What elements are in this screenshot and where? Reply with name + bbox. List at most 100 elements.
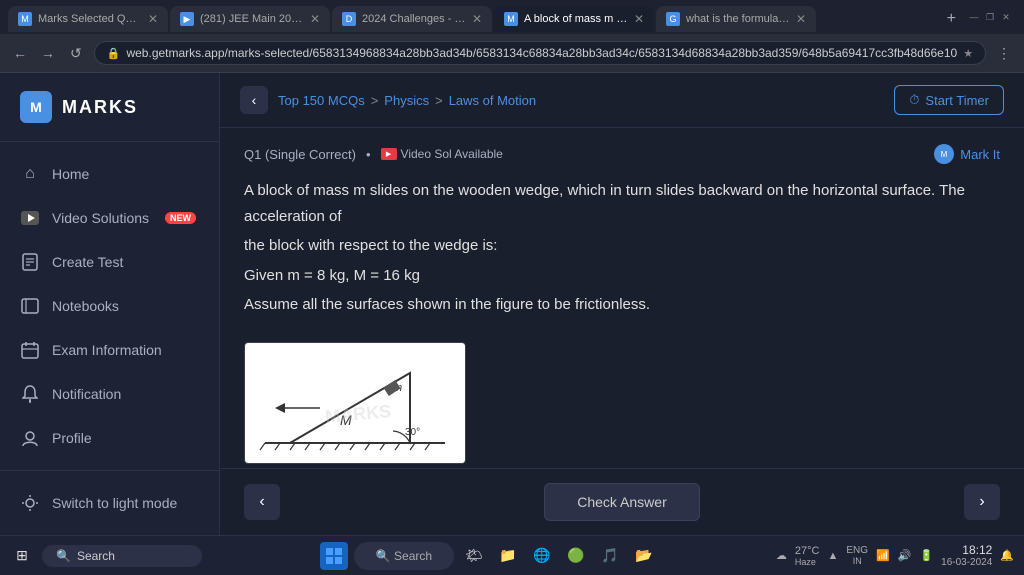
weather-info: 27°C Haze (795, 545, 820, 567)
tab-favicon-1: M (18, 12, 32, 26)
question-line2: the block with respect to the wedge is: (244, 233, 1000, 259)
tab-close-2[interactable]: ✕ (310, 12, 320, 26)
taskbar-search[interactable]: 🔍 Search (42, 545, 202, 567)
volume-icon: 🔊 (898, 549, 912, 562)
lang-indicator: ENG IN (846, 545, 868, 566)
back-button[interactable]: ← (10, 40, 30, 66)
taskbar-app-chrome[interactable]: 🟢 (562, 542, 590, 570)
sidebar-item-exam-info[interactable]: Exam Information (0, 328, 219, 372)
tab-close-1[interactable]: ✕ (148, 12, 158, 26)
browser-tab-5[interactable]: Gwhat is the formula for ene✕ (656, 6, 816, 32)
tabs-container: MMarks Selected Questions -✕▶(281) JEE M… (8, 6, 939, 32)
create-test-icon (20, 252, 40, 272)
window-controls: — ❐ ✕ (964, 11, 1016, 27)
sidebar-item-create-test[interactable]: Create Test (0, 240, 219, 284)
timer-icon: ⏱ (909, 92, 919, 108)
taskbar: ⊞ 🔍 Search 🔍 Search 🌤 📁 🌐 🟢 🎵 📂 ☁ 27°C H… (0, 535, 1024, 575)
sidebar-item-create-test-label: Create Test (52, 254, 123, 270)
browser-tab-2[interactable]: ▶(281) JEE Main 2024 - Top 2(✕ (170, 6, 330, 32)
app-layout: M MARKS ⌂ Home Video Solutions NEW Creat… (0, 73, 1024, 535)
minimize-button[interactable]: — (968, 11, 980, 23)
sidebar-item-video-solutions[interactable]: Video Solutions NEW (0, 196, 219, 240)
video-sol-badge: ▶ Video Sol Available (381, 147, 503, 161)
meta-separator: • (366, 147, 371, 162)
start-timer-button[interactable]: ⏱ Start Timer (894, 85, 1004, 115)
taskbar-search-icon: 🔍 Search (376, 549, 432, 563)
system-tray-icon: ▲ (827, 550, 838, 562)
sidebar-logo: M MARKS (0, 73, 219, 142)
breadcrumb-physics[interactable]: Physics (384, 93, 429, 108)
check-answer-button[interactable]: Check Answer (544, 483, 699, 521)
tab-favicon-3: D (342, 12, 356, 26)
clock-time: 18:12 (941, 543, 992, 557)
new-tab-button[interactable]: + (939, 4, 964, 34)
close-button[interactable]: ✕ (1000, 11, 1012, 23)
svg-text:30°: 30° (405, 427, 420, 438)
forward-button[interactable]: → (38, 40, 58, 66)
sidebar-item-profile[interactable]: Profile (0, 416, 219, 460)
question-line1: A block of mass m slides on the wooden w… (244, 178, 1000, 229)
taskbar-app-edge[interactable]: 🌐 (528, 542, 556, 570)
wifi-icon: 📶 (876, 549, 890, 562)
tab-title-4: A block of mass m slides on (524, 13, 628, 25)
breadcrumb: Top 150 MCQs > Physics > Laws of Motion (278, 93, 884, 108)
restore-button[interactable]: ❐ (984, 11, 996, 23)
refresh-button[interactable]: ↺ (66, 40, 86, 66)
mark-icon: M (934, 144, 954, 164)
browser-tab-4[interactable]: MA block of mass m slides on✕ (494, 6, 654, 32)
weather-icon: ☁ (776, 549, 787, 562)
sidebar-item-notification[interactable]: Notification (0, 372, 219, 416)
video-dot-icon: ▶ (381, 148, 397, 160)
browser-chrome: MMarks Selected Questions -✕▶(281) JEE M… (0, 0, 1024, 73)
address-bar[interactable]: 🔒 web.getmarks.app/marks-selected/658313… (94, 41, 986, 65)
profile-icon (20, 428, 40, 448)
extensions-button[interactable]: ⋮ (994, 40, 1014, 66)
tab-close-4[interactable]: ✕ (634, 12, 644, 26)
tab-close-3[interactable]: ✕ (472, 12, 482, 26)
question-diagram: M m 30° MARKS (244, 342, 466, 464)
search-icon: 🔍 (56, 549, 71, 563)
tab-close-5[interactable]: ✕ (796, 12, 806, 26)
taskbar-app-files[interactable]: 📁 (494, 542, 522, 570)
notification-icon (20, 384, 40, 404)
taskbar-app-search-widget[interactable]: 🔍 Search (354, 542, 454, 570)
taskbar-app-widgets[interactable]: 🌤 (460, 542, 488, 570)
battery-icon: 🔋 (919, 549, 933, 562)
prev-question-button[interactable]: ‹ (244, 484, 280, 520)
logo-text: MARKS (62, 97, 138, 118)
browser-tab-1[interactable]: MMarks Selected Questions -✕ (8, 6, 168, 32)
question-meta-left: Q1 (Single Correct) • ▶ Video Sol Availa… (244, 147, 503, 162)
svg-text:MARKS: MARKS (324, 401, 391, 427)
notification-tray-icon[interactable]: 🔔 (1000, 549, 1014, 562)
breadcrumb-sep2: > (435, 93, 443, 108)
clock-date: 16-03-2024 (941, 557, 992, 568)
sidebar-item-switch-light[interactable]: Switch to light mode (0, 481, 219, 525)
temperature: 27°C (795, 545, 820, 557)
light-mode-icon (20, 493, 40, 513)
next-question-button[interactable]: › (964, 484, 1000, 520)
taskbar-app-explorer[interactable] (320, 542, 348, 570)
new-badge: NEW (165, 212, 196, 224)
weather-condition: Haze (795, 557, 820, 567)
windows-icon (325, 547, 343, 565)
breadcrumb-top150[interactable]: Top 150 MCQs (278, 93, 365, 108)
tab-title-2: (281) JEE Main 2024 - Top 2( (200, 13, 304, 25)
taskbar-app-files2[interactable]: 📂 (630, 542, 658, 570)
browser-tab-3[interactable]: D2024 Challenges - Google D✕ (332, 6, 492, 32)
notebooks-icon (20, 296, 40, 316)
sidebar-item-notebooks[interactable]: Notebooks (0, 284, 219, 328)
question-type: Q1 (Single Correct) (244, 147, 356, 162)
diagram-canvas: M m 30° MARKS (245, 343, 465, 463)
start-button[interactable]: ⊞ (10, 544, 34, 568)
sidebar-item-notification-label: Notification (52, 386, 121, 402)
sidebar-item-logout[interactable]: Logout (0, 525, 219, 535)
taskbar-app-spotify[interactable]: 🎵 (596, 542, 624, 570)
content-back-button[interactable]: ‹ (240, 86, 268, 114)
sidebar: M MARKS ⌂ Home Video Solutions NEW Creat… (0, 73, 220, 535)
start-timer-label: Start Timer (925, 93, 989, 108)
mark-it-button[interactable]: M Mark It (934, 144, 1000, 164)
physics-svg: M m 30° MARKS (255, 353, 455, 453)
tab-favicon-5: G (666, 12, 680, 26)
sidebar-item-home[interactable]: ⌂ Home (0, 152, 219, 196)
lang-text: ENG (846, 545, 868, 556)
